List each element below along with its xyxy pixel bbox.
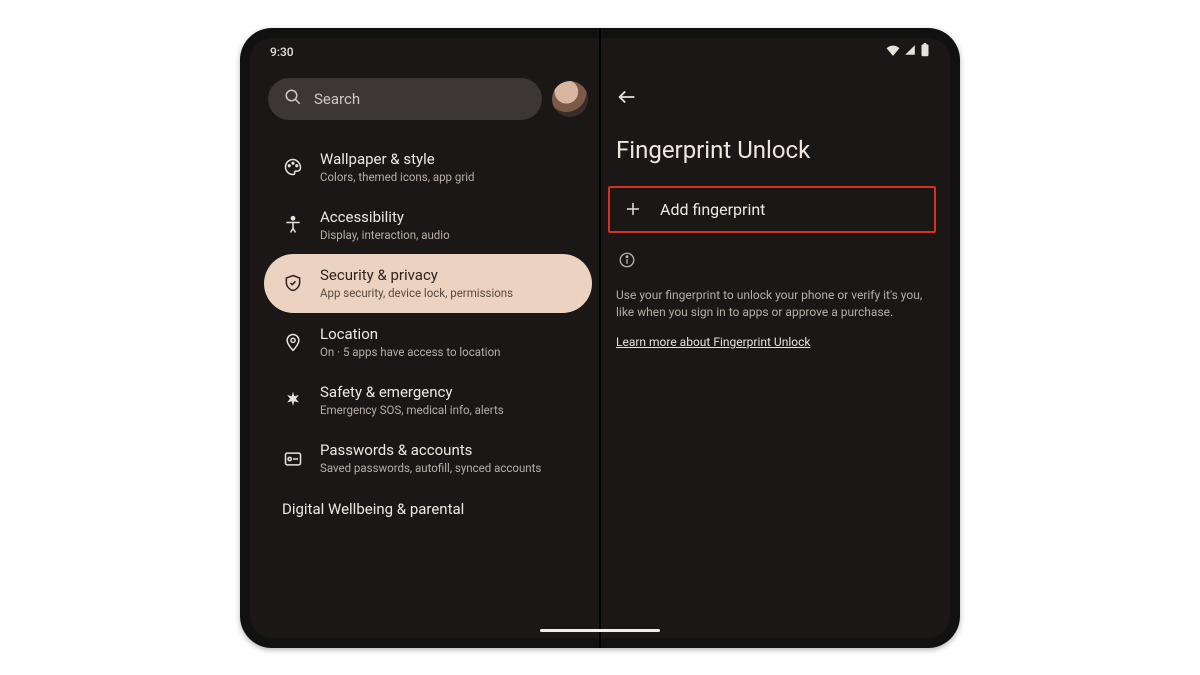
- sidebar-item-label: Accessibility: [320, 208, 450, 226]
- info-icon: [608, 251, 936, 273]
- location-icon: [282, 331, 304, 353]
- sidebar-item-security[interactable]: Security & privacy App security, device …: [264, 254, 592, 312]
- sidebar-item-sub: Colors, themed icons, app grid: [320, 170, 475, 184]
- sidebar-item-label: Security & privacy: [320, 266, 513, 284]
- search-icon: [284, 88, 302, 110]
- settings-list: Wallpaper & style Colors, themed icons, …: [264, 138, 592, 518]
- status-time: 9:30: [270, 45, 294, 59]
- search-row: Search: [268, 78, 588, 120]
- sidebar-item-label: Location: [320, 325, 500, 343]
- sidebar-item-sub: On · 5 apps have access to location: [320, 345, 500, 359]
- sidebar-item-label: Wallpaper & style: [320, 150, 475, 168]
- sidebar-item-location[interactable]: Location On · 5 apps have access to loca…: [264, 313, 592, 371]
- search-input[interactable]: Search: [268, 78, 542, 120]
- sidebar-item-sub: Display, interaction, audio: [320, 228, 450, 242]
- info-text: Use your fingerprint to unlock your phon…: [608, 287, 936, 322]
- device-frame: 9:30 Search: [240, 28, 960, 648]
- avatar[interactable]: [552, 81, 588, 117]
- palette-icon: [282, 156, 304, 178]
- wifi-icon: [886, 44, 900, 59]
- sidebar-item-wallpaper[interactable]: Wallpaper & style Colors, themed icons, …: [264, 138, 592, 196]
- key-icon: [282, 448, 304, 470]
- battery-icon: [920, 43, 930, 60]
- nav-handle[interactable]: [540, 629, 660, 632]
- settings-list-pane: Search Wallpaper & style Colors, themed …: [250, 38, 600, 638]
- sidebar-item-label: Digital Wellbeing & parental: [282, 500, 464, 518]
- sidebar-item-sub: Saved passwords, autofill, synced accoun…: [320, 461, 541, 475]
- signal-icon: [904, 44, 916, 59]
- learn-more-link[interactable]: Learn more about Fingerprint Unlock: [608, 335, 810, 349]
- sidebar-item-label: Safety & emergency: [320, 383, 504, 401]
- add-fingerprint-button[interactable]: Add fingerprint: [608, 186, 936, 233]
- sidebar-item-label: Passwords & accounts: [320, 441, 541, 459]
- detail-pane: Fingerprint Unlock Add fingerprint Use y…: [600, 38, 950, 638]
- plus-icon: [624, 200, 642, 218]
- add-fingerprint-label: Add fingerprint: [660, 200, 765, 219]
- sidebar-item-accessibility[interactable]: Accessibility Display, interaction, audi…: [264, 196, 592, 254]
- status-right: [886, 43, 930, 60]
- shield-icon: [282, 272, 304, 294]
- sidebar-item-sub: Emergency SOS, medical info, alerts: [320, 403, 504, 417]
- sidebar-item-passwords[interactable]: Passwords & accounts Saved passwords, au…: [264, 429, 592, 487]
- sidebar-item-wellbeing[interactable]: Digital Wellbeing & parental: [264, 488, 592, 518]
- status-bar: 9:30: [250, 38, 950, 66]
- sidebar-item-safety[interactable]: Safety & emergency Emergency SOS, medica…: [264, 371, 592, 429]
- page-title: Fingerprint Unlock: [608, 136, 936, 164]
- accessibility-icon: [282, 214, 304, 236]
- sidebar-item-sub: App security, device lock, permissions: [320, 286, 513, 300]
- back-button[interactable]: [616, 86, 638, 112]
- search-placeholder: Search: [314, 90, 360, 108]
- emergency-icon: [282, 389, 304, 411]
- screen: 9:30 Search: [250, 38, 950, 638]
